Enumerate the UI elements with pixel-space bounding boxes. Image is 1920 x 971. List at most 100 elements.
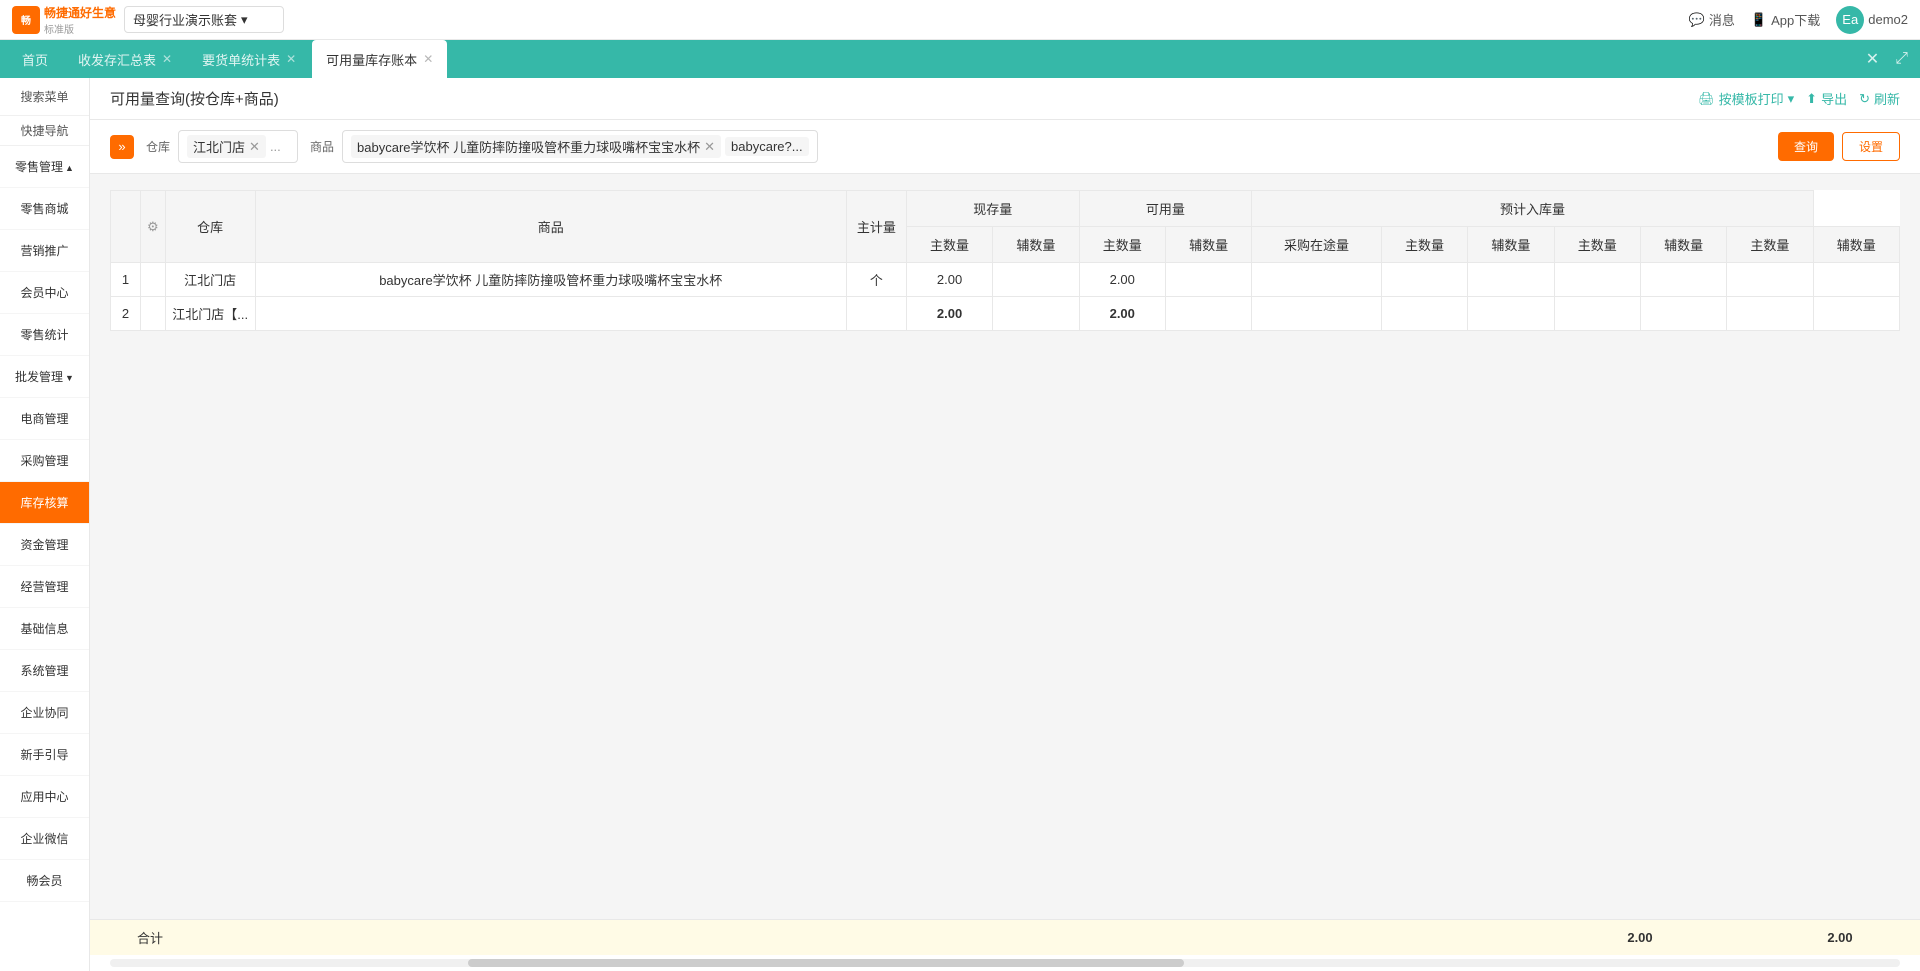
setting-button[interactable]: 设置 xyxy=(1842,132,1900,161)
th-available: 可用量 xyxy=(1079,191,1252,227)
tab-order-stats[interactable]: 要货单统计表 ✕ xyxy=(188,40,310,78)
cell-in-aux-2 xyxy=(1640,297,1726,331)
cell-pur-label-1 xyxy=(1252,263,1382,297)
cell-stock-main-2: 2.00 xyxy=(906,297,992,331)
warehouse-tag-remove[interactable]: ✕ xyxy=(249,139,260,155)
th-stock-aux: 辅数量 xyxy=(993,227,1079,263)
message-button[interactable]: 💬 消息 xyxy=(1689,10,1735,29)
footer-stock-main: 2.00 xyxy=(1580,930,1700,945)
sidebar-item-operations-mgmt[interactable]: 经营管理 xyxy=(0,566,89,608)
sidebar-item-retail-mgmt[interactable]: 零售管理 xyxy=(0,146,89,188)
th-prod-main: 主数量 xyxy=(1727,227,1813,263)
top-bar-right: 💬 消息 📱 App下载 Ea demo2 xyxy=(1689,6,1908,34)
query-button[interactable]: 查询 xyxy=(1778,132,1834,161)
cell-product-2 xyxy=(255,297,846,331)
warehouse-more-dots[interactable]: ... xyxy=(270,139,281,154)
tab-close-all-button[interactable]: ✕ xyxy=(1862,49,1883,69)
sidebar-item-ecommerce-mgmt[interactable]: 电商管理 xyxy=(0,398,89,440)
cell-avail-main-1: 2.00 xyxy=(1079,263,1165,297)
cell-prod-aux-1 xyxy=(1813,263,1899,297)
cell-in-aux-1 xyxy=(1640,263,1726,297)
store-selector[interactable]: 母婴行业演示账套 ▾ xyxy=(124,6,284,33)
cell-stock-aux-2 xyxy=(993,297,1079,331)
cell-gear-2 xyxy=(141,297,166,331)
sidebar-item-retail-mall[interactable]: 零售商城 xyxy=(0,188,89,230)
cell-pur-aux-1 xyxy=(1468,263,1554,297)
sidebar-item-inventory[interactable]: 库存核算 xyxy=(0,482,89,524)
footer-avail-main: 2.00 xyxy=(1780,930,1900,945)
export-button[interactable]: ⬆ 导出 xyxy=(1806,89,1847,108)
th-avail-aux: 辅数量 xyxy=(1165,227,1251,263)
nav-tabs: 首页 收发存汇总表 ✕ 要货单统计表 ✕ 可用量库存账本 ✕ ✕ ⤢ xyxy=(0,40,1920,78)
table-area: ⚙ 仓库 商品 主计量 现存量 可用量 预计入库量 主数量 辅数量 主数量 辅数… xyxy=(90,174,1920,919)
filter-actions: 查询 设置 xyxy=(1778,132,1900,161)
sidebar-item-member-center[interactable]: 会员中心 xyxy=(0,272,89,314)
product-input[interactable]: babycare学饮杯 儿童防摔防撞吸管杯重力球吸嘴杯宝宝水杯 ✕ babyca… xyxy=(342,130,818,163)
sidebar-item-wholesale-mgmt[interactable]: 批发管理 xyxy=(0,356,89,398)
th-product: 商品 xyxy=(255,191,846,263)
scroll-area xyxy=(90,955,1920,971)
table-footer: 合计 2.00 2.00 xyxy=(90,919,1920,955)
tab-home[interactable]: 首页 xyxy=(8,40,62,78)
warehouse-filter-group: 仓库 江北门店 ✕ ... xyxy=(146,130,298,163)
header-actions: 🖨 按模板打印 ▾ ⬆ 导出 ↻ 刷新 xyxy=(1698,89,1900,108)
logo-title: 畅捷通好生意 xyxy=(44,4,116,21)
sidebar-item-enterprise-collab[interactable]: 企业协同 xyxy=(0,692,89,734)
sidebar-item-app-center[interactable]: 应用中心 xyxy=(0,776,89,818)
page-title: 可用量查询(按仓库+商品) xyxy=(110,88,279,109)
gear-icon[interactable]: ⚙ xyxy=(147,219,159,234)
cell-unit-1: 个 xyxy=(846,263,906,297)
tab-expand-button[interactable]: ⤢ xyxy=(1891,50,1912,68)
sidebar: 搜索菜单 快捷导航 零售管理 零售商城 营销推广 会员中心 零售统计 批发管理 … xyxy=(0,78,90,971)
tab-close-stock-summary[interactable]: ✕ xyxy=(162,52,172,66)
th-warehouse: 仓库 xyxy=(165,191,255,263)
sidebar-item-finance-mgmt[interactable]: 资金管理 xyxy=(0,524,89,566)
th-in-aux: 辅数量 xyxy=(1640,227,1726,263)
refresh-button[interactable]: ↻ 刷新 xyxy=(1859,89,1900,108)
scroll-track[interactable] xyxy=(110,959,1900,967)
cell-avail-aux-2 xyxy=(1165,297,1251,331)
sidebar-search[interactable]: 搜索菜单 xyxy=(0,78,89,116)
user-avatar[interactable]: Ea demo2 xyxy=(1836,6,1908,34)
product-tag-1-remove[interactable]: ✕ xyxy=(704,139,715,155)
sidebar-item-basic-info[interactable]: 基础信息 xyxy=(0,608,89,650)
sidebar-item-enterprise-wechat[interactable]: 企业微信 xyxy=(0,818,89,860)
th-pur-main: 主数量 xyxy=(1381,227,1467,263)
cell-in-main-1 xyxy=(1554,263,1640,297)
sidebar-item-chang-member[interactable]: 畅会员 xyxy=(0,860,89,902)
sidebar-item-retail-stats[interactable]: 零售统计 xyxy=(0,314,89,356)
sidebar-nav[interactable]: 快捷导航 xyxy=(0,116,89,146)
cell-pur-label-2 xyxy=(1252,297,1382,331)
page-header: 可用量查询(按仓库+商品) 🖨 按模板打印 ▾ ⬆ 导出 ↻ 刷新 xyxy=(90,78,1920,120)
nav-tabs-right: ✕ ⤢ xyxy=(1862,40,1912,78)
data-table: ⚙ 仓库 商品 主计量 现存量 可用量 预计入库量 主数量 辅数量 主数量 辅数… xyxy=(110,190,1900,331)
sidebar-item-purchase-mgmt[interactable]: 采购管理 xyxy=(0,440,89,482)
cell-stock-aux-1 xyxy=(993,263,1079,297)
th-avail-main: 主数量 xyxy=(1079,227,1165,263)
product-label: 商品 xyxy=(310,138,334,155)
app-download-button[interactable]: 📱 App下载 xyxy=(1751,10,1820,29)
cell-index-2: 2 xyxy=(111,297,141,331)
tab-close-available-stock[interactable]: ✕ xyxy=(423,52,433,66)
th-pur-main-label: 采购在途量 xyxy=(1252,227,1382,263)
warehouse-label: 仓库 xyxy=(146,138,170,155)
tab-available-stock[interactable]: 可用量库存账本 ✕ xyxy=(312,40,447,78)
sidebar-item-system-mgmt[interactable]: 系统管理 xyxy=(0,650,89,692)
tab-stock-summary[interactable]: 收发存汇总表 ✕ xyxy=(64,40,186,78)
product-filter-group: 商品 babycare学饮杯 儿童防摔防撞吸管杯重力球吸嘴杯宝宝水杯 ✕ bab… xyxy=(310,130,818,163)
print-button[interactable]: 🖨 按模板打印 ▾ xyxy=(1698,89,1794,108)
logo-subtitle: 标准版 xyxy=(44,21,116,36)
tab-close-order-stats[interactable]: ✕ xyxy=(286,52,296,66)
cell-pur-main-1 xyxy=(1381,263,1467,297)
cell-avail-aux-1 xyxy=(1165,263,1251,297)
sidebar-item-marketing[interactable]: 营销推广 xyxy=(0,230,89,272)
sidebar-item-new-guide[interactable]: 新手引导 xyxy=(0,734,89,776)
cell-prod-main-2 xyxy=(1727,297,1813,331)
cell-pur-main-2 xyxy=(1381,297,1467,331)
th-pur-aux: 辅数量 xyxy=(1468,227,1554,263)
scroll-thumb[interactable] xyxy=(468,959,1184,967)
warehouse-input[interactable]: 江北门店 ✕ ... xyxy=(178,130,298,163)
table-row: 2 江北门店【... 2.00 2.00 xyxy=(111,297,1900,331)
filter-toggle-button[interactable]: » xyxy=(110,135,134,159)
th-gear[interactable]: ⚙ xyxy=(141,191,166,263)
